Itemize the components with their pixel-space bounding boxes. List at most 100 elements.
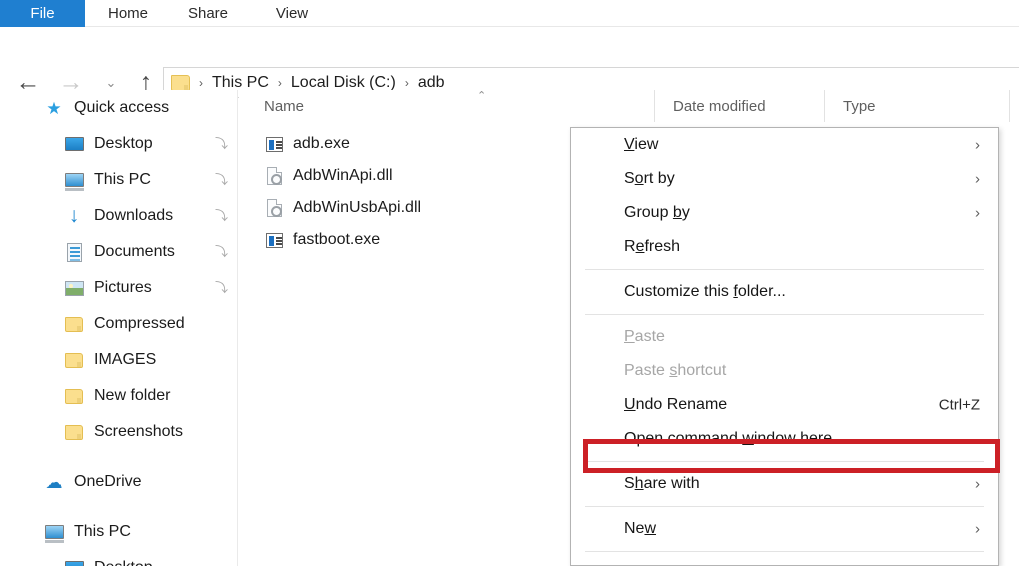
file-name: adb.exe (293, 135, 350, 153)
sidebar-item-quick-access[interactable]: ★Quick access (0, 90, 237, 126)
breadcrumb-separator[interactable]: › (190, 76, 212, 90)
context-menu[interactable]: View › Sort by › Group by › Refresh Customize t… (570, 127, 999, 566)
sidebar-item-label: Screenshots (94, 423, 183, 441)
computer-icon (63, 169, 85, 191)
context-menu-item-sort-by[interactable]: Sort by › (571, 162, 998, 196)
sidebar-item-label: Downloads (94, 207, 173, 225)
context-menu-item-new[interactable]: New› (571, 512, 998, 546)
navigation-bar: ← → ⌄ ↑ › This PC › Local Disk (C:) › ad… (0, 27, 1019, 81)
sidebar-item-this-pc[interactable]: This PC ⤵ (0, 162, 237, 198)
sidebar-item-this-pc[interactable]: This PC (0, 514, 237, 550)
application-icon (264, 134, 284, 154)
sidebar-item-new-folder[interactable]: New folder (0, 378, 237, 414)
breadcrumb-this-pc[interactable]: This PC (212, 74, 269, 92)
sidebar-item-label: IMAGES (94, 351, 156, 369)
tab-share-label: Share (188, 5, 228, 22)
sidebar-item-documents[interactable]: Documents⤵ (0, 234, 237, 270)
breadcrumb-local-disk-c[interactable]: Local Disk (C:) (291, 74, 396, 92)
pin-icon[interactable]: ⤵ (215, 209, 229, 223)
chevron-right-icon: › (975, 172, 980, 187)
breadcrumb-separator[interactable]: › (269, 76, 291, 90)
column-header-row: Name ⌃ Date modified Type S (239, 90, 1019, 122)
sidebar-item-desktop[interactable]: Desktop (0, 550, 237, 566)
sidebar-item-images[interactable]: IMAGES (0, 342, 237, 378)
monitor-icon (63, 557, 85, 566)
application-icon (264, 230, 284, 250)
context-menu-item-customize-this-folder[interactable]: Customize this folder... (571, 275, 998, 309)
context-menu-item-refresh[interactable]: Refresh (571, 230, 998, 264)
picture-icon (63, 277, 85, 299)
sidebar-item-label: Pictures (94, 279, 152, 297)
context-menu-item-label: View (624, 136, 658, 154)
ribbon-tab-bar: File Home Share View (0, 0, 1019, 27)
sidebar-item-label: Desktop (94, 559, 153, 566)
navigation-pane[interactable]: ★Quick accessDesktop⤵This PC⤵↓Downloads⤵… (0, 90, 238, 566)
context-menu-item-label: Sort by (624, 170, 675, 188)
folder-icon (171, 75, 190, 91)
sidebar-item-label: This PC (74, 523, 131, 541)
sort-ascending-icon: ⌃ (477, 90, 486, 102)
context-menu-item-label: Undo Rename (624, 396, 727, 414)
sidebar-item-onedrive[interactable]: ☁OneDrive (0, 464, 237, 500)
folder-icon (63, 385, 85, 407)
file-explorer-window: File Home Share View ← → ⌄ ↑ › This PC › (0, 0, 1019, 566)
chevron-right-icon: › (975, 138, 980, 153)
context-menu-item-group-by[interactable]: Group by › (571, 196, 998, 230)
tab-view[interactable]: View (256, 0, 328, 27)
pin-icon[interactable]: ⤵ (215, 137, 229, 151)
breadcrumb-separator[interactable]: › (396, 76, 418, 90)
context-menu-item-share-with[interactable]: Share with › (571, 467, 998, 501)
sidebar-item-desktop[interactable]: Desktop⤵ (0, 126, 237, 162)
tab-home-label: Home (108, 5, 148, 22)
sidebar-item-label: OneDrive (74, 473, 142, 491)
sidebar-item-compressed[interactable]: Compressed (0, 306, 237, 342)
download-icon: ↓ (63, 205, 85, 227)
tab-share[interactable]: Share (172, 0, 244, 27)
context-menu-item-view[interactable]: View › (571, 128, 998, 162)
tab-view-label: View (276, 5, 308, 22)
column-header-date-modified-label: Date modified (673, 98, 766, 115)
folder-icon (63, 421, 85, 443)
file-name: fastboot.exe (293, 231, 380, 249)
context-menu-item-open-command-window-here[interactable]: Open command window here (571, 422, 998, 456)
context-menu-separator (585, 506, 984, 507)
library-icon (264, 166, 284, 186)
sidebar-item-label: This PC (94, 171, 151, 189)
context-menu-item-paste: Paste (571, 320, 998, 354)
folder-icon (63, 313, 85, 335)
monitor-icon (63, 133, 85, 155)
column-header-name[interactable]: Name ⌃ (264, 90, 644, 122)
breadcrumb-adb[interactable]: adb (418, 74, 445, 92)
chevron-down-icon: ⌄ (106, 76, 117, 89)
computer-icon (43, 521, 65, 543)
pin-icon[interactable]: ⤵ (215, 245, 229, 259)
pin-icon[interactable]: ⤵ (215, 281, 229, 295)
tab-file[interactable]: File (0, 0, 85, 27)
context-menu-item-paste-shortcut: Paste shortcut (571, 354, 998, 388)
context-menu-item-label: Share with (624, 475, 700, 493)
chevron-right-icon: › (975, 206, 980, 221)
context-menu-item-label: Open command window here (624, 430, 832, 448)
column-header-size[interactable]: S (1009, 90, 1019, 122)
context-menu-item-label: Customize this folder... (624, 283, 786, 301)
file-name: AdbWinUsbApi.dll (293, 199, 421, 217)
column-header-type-label: Type (843, 98, 876, 115)
file-name: AdbWinApi.dll (293, 167, 393, 185)
context-menu-separator (585, 461, 984, 462)
chevron-right-icon: › (975, 477, 980, 492)
sidebar-item-downloads[interactable]: ↓ Downloads ⤵ (0, 198, 237, 234)
sidebar-item-screenshots[interactable]: Screenshots (0, 414, 237, 450)
sidebar-item-pictures[interactable]: Pictures ⤵ (0, 270, 237, 306)
column-header-date-modified[interactable]: Date modified (654, 90, 819, 122)
column-header-type[interactable]: Type (824, 90, 984, 122)
library-icon (264, 198, 284, 218)
context-menu-separator (585, 314, 984, 315)
context-menu-item-label: Group by (624, 204, 690, 222)
chevron-right-icon: › (975, 522, 980, 537)
tab-home[interactable]: Home (92, 0, 164, 27)
context-menu-item-undo-rename[interactable]: Undo Rename Ctrl+Z (571, 388, 998, 422)
context-menu-item-shortcut: Ctrl+Z (939, 397, 980, 414)
star-icon: ★ (43, 97, 65, 119)
pin-icon[interactable]: ⤵ (215, 173, 229, 187)
context-menu-item-label: Refresh (624, 238, 680, 256)
